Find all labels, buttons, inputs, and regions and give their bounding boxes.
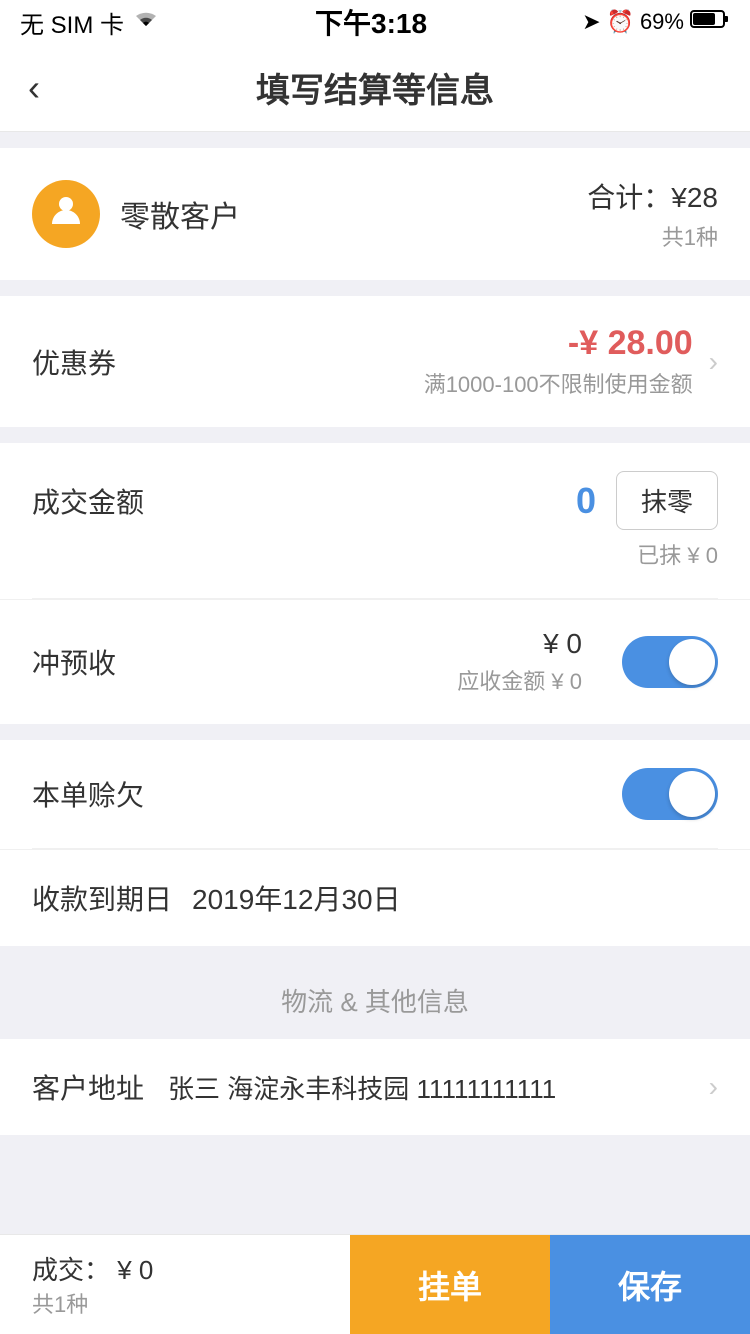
prepay-amount: ¥ 0: [457, 628, 582, 660]
transaction-label: 成交金额: [32, 481, 144, 521]
customer-name: 零散客户: [120, 192, 240, 236]
summary-count: 共1种: [32, 1287, 318, 1319]
debt-section: 本单赊欠 收款到期日 2019年12月30日: [0, 740, 750, 946]
coupon-label: 优惠券: [32, 342, 116, 382]
prepay-label: 冲预收: [32, 642, 116, 682]
debt-label: 本单赊欠: [32, 774, 144, 814]
wifi-icon: [132, 8, 160, 37]
logistics-label: 物流 & 其他信息: [281, 987, 469, 1017]
bottom-summary: 成交： ¥ 0 共1种: [0, 1235, 350, 1334]
address-section: 客户地址 张三 海淀永丰科技园 11111111111 ›: [0, 1039, 750, 1135]
status-left: 无 SIM 卡: [20, 5, 160, 40]
battery-icon: [690, 8, 730, 36]
address-label: 客户地址: [32, 1067, 152, 1107]
location-icon: ➤: [582, 9, 600, 35]
amount-row: 成交金额 0 抹零 已抹 ¥ 0: [0, 443, 750, 598]
coupon-section: 优惠券 -¥ 28.00 满1000-100不限制使用金额 ›: [0, 296, 750, 427]
duedate-row: 收款到期日 2019年12月30日: [0, 849, 750, 946]
coupon-desc: 满1000-100不限制使用金额: [424, 367, 693, 399]
bottom-bar: 成交： ¥ 0 共1种 挂单 保存: [0, 1234, 750, 1334]
transaction-value[interactable]: 0: [576, 480, 596, 522]
transaction-section: 成交金额 0 抹零 已抹 ¥ 0 冲预收 ¥ 0 应收金额 ¥ 0: [0, 443, 750, 724]
customer-summary: 合计：¥28 共1种: [587, 176, 718, 252]
pending-button[interactable]: 挂单: [350, 1235, 550, 1334]
address-row[interactable]: 客户地址 张三 海淀永丰科技园 11111111111 ›: [0, 1039, 750, 1135]
prepay-sub: 应收金额 ¥ 0: [457, 664, 582, 696]
customer-total: 合计：¥28: [587, 176, 718, 216]
debt-toggle-knob: [669, 771, 715, 817]
transaction-sub: 已抹 ¥ 0: [637, 543, 718, 568]
toggle-knob: [669, 639, 715, 685]
coupon-right: -¥ 28.00 满1000-100不限制使用金额 ›: [424, 324, 718, 399]
logistics-divider: 物流 & 其他信息: [0, 962, 750, 1039]
customer-row: 零散客户 合计：¥28 共1种: [0, 148, 750, 280]
customer-left: 零散客户: [32, 180, 240, 248]
status-right: ➤ ⏰ 69%: [582, 8, 730, 36]
nav-bar: ‹ 填写结算等信息: [0, 44, 750, 132]
address-value: 张三 海淀永丰科技园 11111111111: [168, 1069, 693, 1106]
prepay-toggle[interactable]: [622, 636, 718, 688]
nav-title: 填写结算等信息: [256, 63, 494, 112]
summary-amount: ¥ 0: [117, 1255, 153, 1285]
status-time: 下午3:18: [315, 2, 427, 42]
duedate-label: 收款到期日: [32, 878, 172, 918]
battery-label: 69%: [640, 9, 684, 35]
summary-label: 成交：: [32, 1255, 110, 1285]
prepay-row: 冲预收 ¥ 0 应收金额 ¥ 0: [0, 599, 750, 724]
coupon-discount: -¥ 28.00: [424, 324, 693, 363]
address-chevron-icon: ›: [709, 1071, 718, 1103]
coupon-row[interactable]: 优惠券 -¥ 28.00 满1000-100不限制使用金额 ›: [0, 296, 750, 427]
duedate-value[interactable]: 2019年12月30日: [192, 878, 401, 918]
round-button[interactable]: 抹零: [616, 471, 718, 530]
customer-avatar: [32, 180, 100, 248]
back-button[interactable]: ‹: [28, 67, 40, 109]
debt-row: 本单赊欠: [0, 740, 750, 848]
prepay-values: ¥ 0 应收金额 ¥ 0: [457, 628, 582, 696]
alarm-icon: ⏰: [607, 9, 634, 35]
debt-toggle[interactable]: [622, 768, 718, 820]
sim-label: 无 SIM 卡: [20, 5, 124, 40]
summary-amount-row: 成交： ¥ 0: [32, 1250, 318, 1287]
customer-count: 共1种: [587, 220, 718, 252]
chevron-right-icon: ›: [709, 346, 718, 378]
save-button[interactable]: 保存: [550, 1235, 750, 1334]
status-bar: 无 SIM 卡 下午3:18 ➤ ⏰ 69%: [0, 0, 750, 44]
person-icon: [48, 192, 84, 236]
